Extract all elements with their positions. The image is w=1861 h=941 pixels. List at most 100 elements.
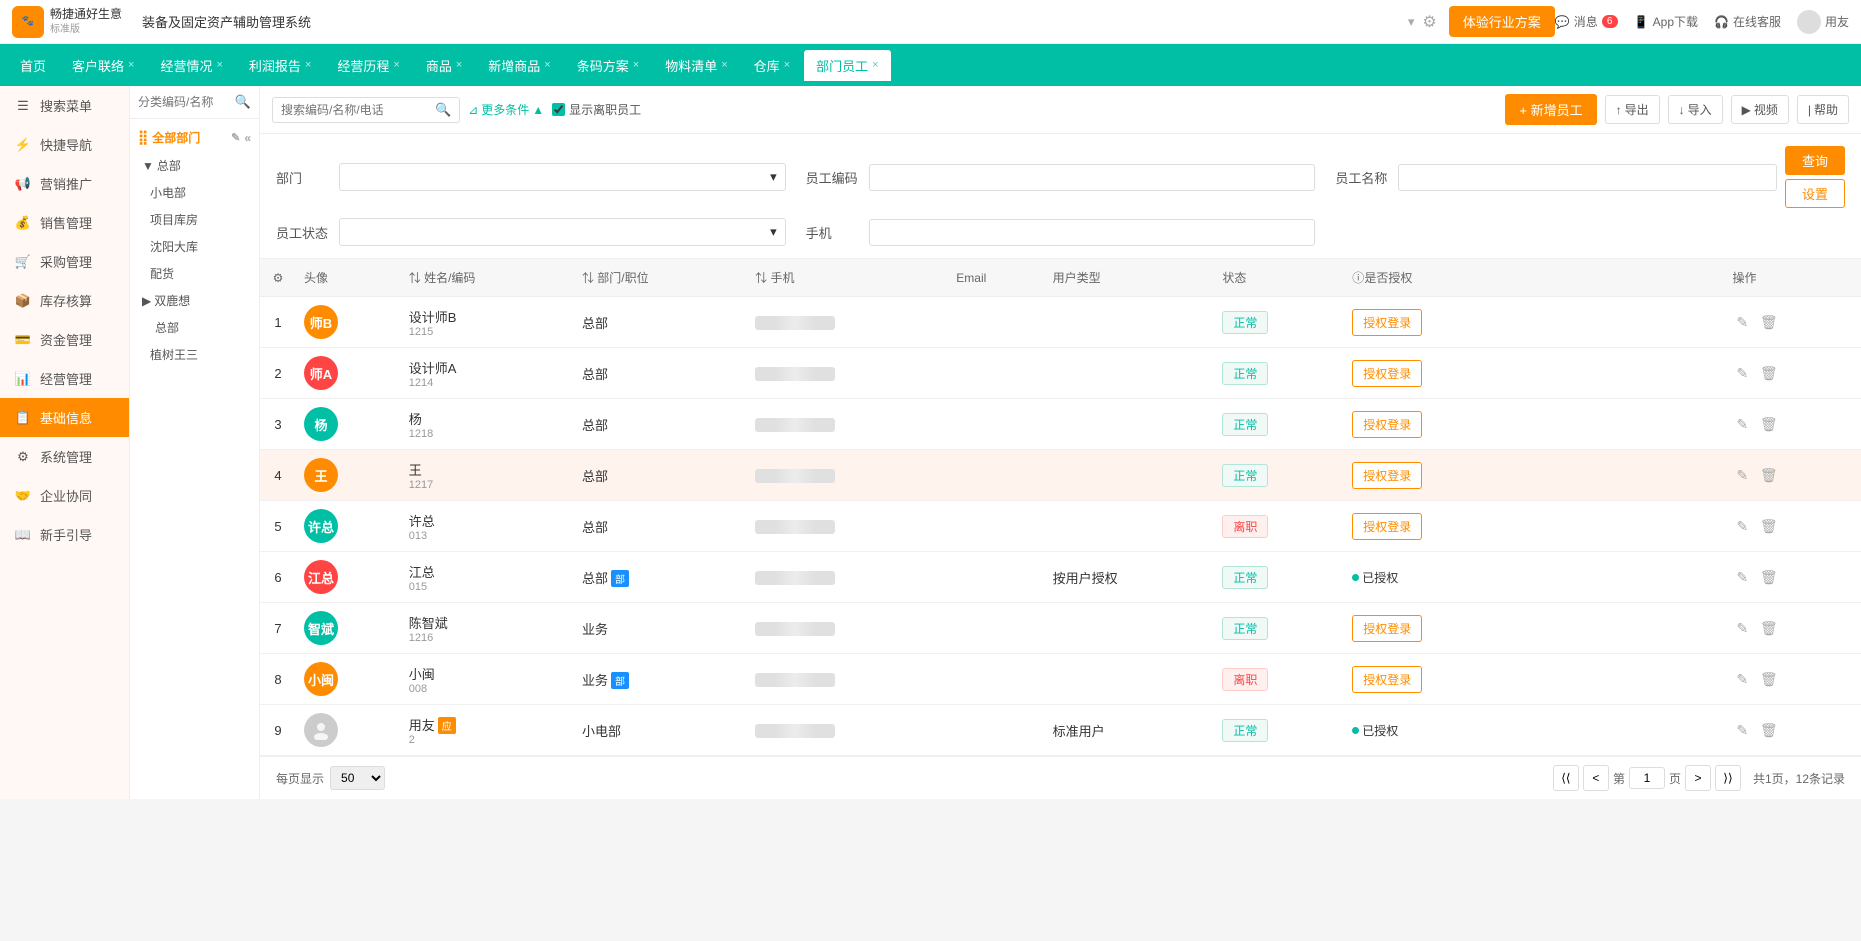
first-page-btn[interactable]: ⟨⟨ <box>1553 765 1579 791</box>
dept-collapse-icon[interactable]: « <box>244 131 251 145</box>
sidebar-item-inventory[interactable]: 📦 库存核算 <box>0 281 129 320</box>
dept-item-sy[interactable]: 沈阳大库 <box>130 233 259 260</box>
delete-btn[interactable]: 🗑 <box>1756 312 1782 333</box>
dept-item-distribution[interactable]: 配货 <box>130 260 259 287</box>
tab-goods[interactable]: 商品 × <box>414 50 474 81</box>
delete-btn[interactable]: 🗑 <box>1756 363 1782 384</box>
edit-btn[interactable]: ✎ <box>1732 669 1752 690</box>
delete-btn[interactable]: 🗑 <box>1756 669 1782 690</box>
auth-btn[interactable]: 授权登录 <box>1352 360 1422 387</box>
last-page-btn[interactable]: ⟩⟩ <box>1715 765 1741 791</box>
trial-btn[interactable]: 体验行业方案 <box>1449 6 1555 37</box>
tab-customer[interactable]: 客户联络 × <box>60 50 146 81</box>
delete-btn[interactable]: 🗑 <box>1756 465 1782 486</box>
sidebar-item-purchase[interactable]: 🛒 采购管理 <box>0 242 129 281</box>
tab-history[interactable]: 经营历程 × <box>325 50 411 81</box>
dept-item-xd[interactable]: 小电部 <box>130 179 259 206</box>
tab-add-goods[interactable]: 新增商品 × <box>476 50 562 81</box>
dept-item-zhishu[interactable]: 植树王三 <box>130 341 259 368</box>
edit-btn[interactable]: ✎ <box>1732 312 1752 333</box>
page-size-select[interactable]: 50 100 <box>330 766 385 790</box>
auth-btn[interactable]: 授权登录 <box>1352 615 1422 642</box>
dept-search-icon[interactable]: 🔍 <box>235 94 251 110</box>
tab-barcode[interactable]: 条码方案 × <box>565 50 651 81</box>
phone-input[interactable] <box>869 219 1316 246</box>
tab-profit[interactable]: 利润报告 × <box>237 50 323 81</box>
sidebar-item-marketing[interactable]: 📢 营销推广 <box>0 164 129 203</box>
dept-edit-icon[interactable]: ✎ <box>231 131 240 144</box>
edit-btn[interactable]: ✎ <box>1732 465 1752 486</box>
system-title-dropdown[interactable]: ▾ <box>1408 14 1415 30</box>
tab-bom[interactable]: 物料清单 × <box>653 50 739 81</box>
online-service-btn[interactable]: 🎧 在线客服 <box>1714 13 1781 30</box>
group-zongbu[interactable]: 总部 <box>130 314 259 341</box>
edit-btn[interactable]: ✎ <box>1732 567 1752 588</box>
import-btn[interactable]: ↓ 导入 <box>1668 95 1723 124</box>
dept-search-input[interactable] <box>138 95 231 109</box>
sidebar-item-search[interactable]: ☰ 搜索菜单 <box>0 86 129 125</box>
delete-btn[interactable]: 🗑 <box>1756 567 1782 588</box>
group-headquarters[interactable]: ▼ 总部 <box>130 152 259 179</box>
delete-btn[interactable]: 🗑 <box>1756 516 1782 537</box>
edit-btn[interactable]: ✎ <box>1732 618 1752 639</box>
search-input[interactable] <box>281 103 431 117</box>
sidebar-item-collab[interactable]: 🤝 企业协同 <box>0 476 129 515</box>
close-tab-employees[interactable]: × <box>872 59 878 71</box>
emp-code-input[interactable] <box>869 164 1316 191</box>
delete-btn[interactable]: 🗑 <box>1756 720 1782 741</box>
tab-warehouse[interactable]: 仓库 × <box>742 50 802 81</box>
auth-btn[interactable]: 授权登录 <box>1352 462 1422 489</box>
tab-home[interactable]: 首页 <box>8 50 58 81</box>
auth-btn[interactable]: 授权登录 <box>1352 309 1422 336</box>
set-btn[interactable]: 设置 <box>1785 179 1845 208</box>
show-resigned-checkbox[interactable] <box>552 103 565 116</box>
edit-btn[interactable]: ✎ <box>1732 363 1752 384</box>
close-tab-warehouse[interactable]: × <box>784 59 790 71</box>
more-conditions-btn[interactable]: ⊿ 更多条件 ▲ <box>468 101 544 118</box>
sidebar-item-guide[interactable]: 📖 新手引导 <box>0 515 129 554</box>
tab-operation[interactable]: 经营情况 × <box>148 50 234 81</box>
edit-btn[interactable]: ✎ <box>1732 516 1752 537</box>
prev-page-btn[interactable]: < <box>1583 765 1609 791</box>
close-tab-profit[interactable]: × <box>305 59 311 71</box>
app-download-btn[interactable]: 📱 App下载 <box>1634 13 1698 30</box>
next-page-btn[interactable]: > <box>1685 765 1711 791</box>
delete-btn[interactable]: 🗑 <box>1756 414 1782 435</box>
show-resigned-label[interactable]: 显示离职员工 <box>552 101 641 118</box>
close-tab-goods[interactable]: × <box>456 59 462 71</box>
search-btn[interactable]: 查询 <box>1785 146 1845 175</box>
message-btn[interactable]: 💬 消息 6 <box>1555 13 1618 30</box>
auth-btn[interactable]: 授权登录 <box>1352 666 1422 693</box>
sidebar-item-shortcut[interactable]: ⚡ 快捷导航 <box>0 125 129 164</box>
settings-col-icon[interactable]: ⚙ <box>273 271 284 285</box>
search-icon[interactable]: 🔍 <box>435 102 451 118</box>
edit-btn[interactable]: ✎ <box>1732 720 1752 741</box>
close-tab-add-goods[interactable]: × <box>544 59 550 71</box>
sidebar-item-management[interactable]: 📊 经营管理 <box>0 359 129 398</box>
emp-status-select[interactable]: ▾ <box>339 218 786 246</box>
edit-btn[interactable]: ✎ <box>1732 414 1752 435</box>
user-menu[interactable]: 用友 <box>1797 10 1849 34</box>
sidebar-item-finance[interactable]: 💳 资金管理 <box>0 320 129 359</box>
add-employee-btn[interactable]: + 新增员工 <box>1505 94 1596 125</box>
sidebar-item-sales[interactable]: 💰 销售管理 <box>0 203 129 242</box>
dept-item-project[interactable]: 项目库房 <box>130 206 259 233</box>
auth-btn[interactable]: 授权登录 <box>1352 411 1422 438</box>
page-input[interactable] <box>1629 767 1665 789</box>
close-tab-bom[interactable]: × <box>721 59 727 71</box>
close-tab-customer[interactable]: × <box>128 59 134 71</box>
close-tab-barcode[interactable]: × <box>633 59 639 71</box>
settings-icon[interactable]: ⚙ <box>1422 12 1436 32</box>
view-btn[interactable]: ▶ 视频 <box>1731 95 1789 124</box>
all-dept-header[interactable]: ⣿ 全部部门 ✎ « <box>130 123 259 152</box>
delete-btn[interactable]: 🗑 <box>1756 618 1782 639</box>
auth-btn[interactable]: 授权登录 <box>1352 513 1422 540</box>
sidebar-item-system[interactable]: ⚙ 系统管理 <box>0 437 129 476</box>
close-tab-history[interactable]: × <box>393 59 399 71</box>
emp-name-input[interactable] <box>1398 164 1777 191</box>
close-tab-operation[interactable]: × <box>216 59 222 71</box>
sidebar-item-basic[interactable]: 📋 基础信息 <box>0 398 129 437</box>
group-shuanglu[interactable]: ▶ 双鹿想 <box>130 287 259 314</box>
help-btn[interactable]: | 帮助 <box>1797 95 1849 124</box>
dept-select[interactable]: ▾ <box>339 163 786 191</box>
